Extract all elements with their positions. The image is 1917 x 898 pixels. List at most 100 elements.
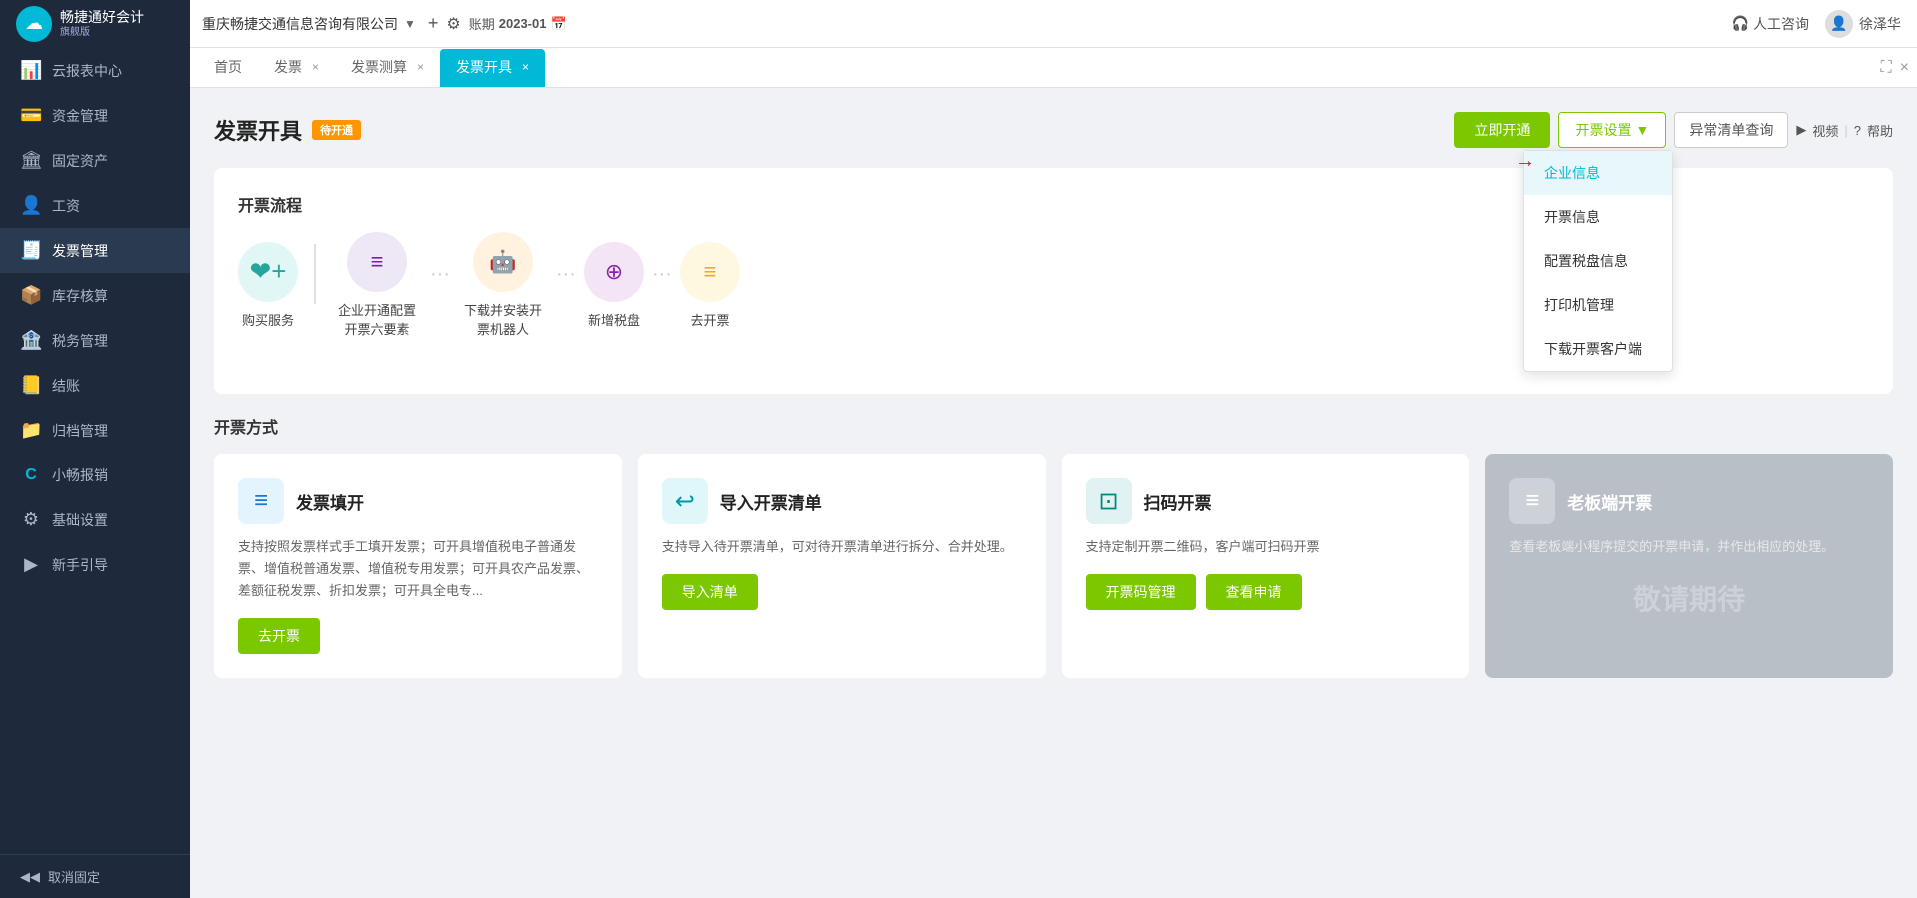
sidebar-label-tax: 税务管理 [52, 331, 108, 351]
method-import-header: ↩ 导入开票清单 [662, 478, 1022, 524]
video-label: 视频 [1812, 121, 1838, 140]
sidebar-item-close[interactable]: 📒 结账 [0, 363, 190, 408]
consult-area[interactable]: 🎧 人工咨询 [1732, 14, 1809, 34]
logo-text: 畅捷通好会计 旗舰版 [60, 8, 144, 39]
flow-step-2: ≡ 企业开通配置开票六要素 [332, 232, 422, 338]
play-icon: ▶ [1796, 122, 1806, 138]
scan-view-apply-button[interactable]: 查看申请 [1206, 574, 1302, 610]
flow-step-1: ❤+ 购买服务 [238, 242, 298, 329]
method-fill-icon: ≡ [238, 478, 284, 524]
sidebar-item-guide[interactable]: ▶ 新手引导 [0, 542, 190, 587]
dropdown-item-invoice-info[interactable]: 开票信息 [1524, 195, 1672, 239]
activate-button[interactable]: 立即开通 [1454, 112, 1550, 148]
scan-code-manage-button[interactable]: 开票码管理 [1086, 574, 1196, 610]
flow-step-4: ⊕ 新增税盘 [584, 242, 644, 329]
tab-invoice-issue-close[interactable]: × [522, 60, 529, 74]
cancel-fixed-icon: ◀◀ [20, 869, 40, 885]
method-fill-actions: 去开票 [238, 618, 598, 654]
methods-section: 开票方式 ≡ 发票填开 支持按照发票样式手工填开发票；可开具增值税电子普通发票、… [214, 414, 1893, 678]
flow-step-5: ≡ 去开票 [680, 242, 740, 329]
page-title: 发票开具 待开通 [214, 114, 361, 146]
flow-step-icon-5: ≡ [680, 242, 740, 302]
sidebar-bottom: ◀◀ 取消固定 [0, 854, 190, 898]
dropdown-item-download-client[interactable]: 下载开票客户端 [1524, 327, 1672, 371]
company-name: 重庆畅捷交通信息咨询有限公司 [202, 14, 398, 34]
settings-chevron-icon: ▼ [1635, 122, 1649, 138]
sidebar-label-invoice: 发票管理 [52, 241, 108, 261]
close-icon: 📒 [20, 375, 42, 396]
sidebar-item-settings[interactable]: ⚙ 基础设置 [0, 497, 190, 542]
method-import-actions: 导入清单 [662, 574, 1022, 610]
user-area[interactable]: 👤 徐泽华 [1825, 10, 1901, 38]
method-card-fill: ≡ 发票填开 支持按照发票样式手工填开发票；可开具增值税电子普通发票、增值税普通… [214, 454, 622, 678]
settings-icon[interactable]: ⚙ [446, 14, 460, 34]
avatar: 👤 [1825, 10, 1853, 38]
sidebar-label-settings: 基础设置 [52, 510, 108, 530]
sidebar-item-invoice[interactable]: 🧾 发票管理 [0, 228, 190, 273]
tab-invoice[interactable]: 发票 × [258, 49, 335, 87]
tab-invoice-issue[interactable]: 发票开具 × [440, 49, 545, 87]
help-divider: | [1844, 123, 1847, 138]
dropdown-item-tax-config[interactable]: 配置税盘信息 [1524, 239, 1672, 283]
logo-area: ☁ 畅捷通好会计 旗舰版 [0, 0, 190, 48]
sidebar-item-salary[interactable]: 👤 工资 [0, 183, 190, 228]
calendar-icon[interactable]: 📅 [550, 16, 566, 32]
user-name: 徐泽华 [1859, 14, 1901, 34]
logo-name: 畅捷通好会计 [60, 8, 144, 26]
method-import-desc: 支持导入待开票清单，可对待开票清单进行拆分、合并处理。 [662, 536, 1022, 558]
header-actions: 立即开通 开票设置 ▼ 异常清单查询 ▶ 视频 | ? 帮助 [1454, 112, 1893, 148]
flow-step-label-2: 企业开通配置开票六要素 [332, 300, 422, 338]
tab-invoice-calc-close[interactable]: × [417, 60, 424, 74]
sidebar-item-archive[interactable]: 📁 归档管理 [0, 408, 190, 453]
sidebar-label-archive: 归档管理 [52, 421, 108, 441]
help-label: 帮助 [1867, 121, 1893, 140]
add-icon[interactable]: + [428, 13, 439, 34]
flow-step-icon-1: ❤+ [238, 242, 298, 302]
dropdown-item-printer[interactable]: 打印机管理 [1524, 283, 1672, 327]
stock-icon: 📦 [20, 285, 42, 306]
logo-icon: ☁ [16, 6, 52, 42]
import-list-button[interactable]: 导入清单 [662, 574, 758, 610]
dropdown-menu: 企业信息 开票信息 配置税盘信息 打印机管理 下载开票客户端 [1523, 150, 1673, 372]
settings-button[interactable]: 开票设置 ▼ [1558, 112, 1666, 148]
fill-go-button[interactable]: 去开票 [238, 618, 320, 654]
methods-section-title: 开票方式 [214, 414, 1893, 438]
sidebar-item-assets[interactable]: 🏛 固定资产 [0, 138, 190, 183]
tab-maximize-icon[interactable]: ⛶ [1880, 59, 1891, 77]
invoice-icon: 🧾 [20, 240, 42, 261]
page-title-text: 发票开具 [214, 114, 302, 146]
chevron-down-icon: ▼ [404, 17, 416, 31]
question-icon: ? [1854, 123, 1861, 138]
sidebar-label-assets: 固定资产 [52, 151, 108, 171]
sidebar-item-stock[interactable]: 📦 库存核算 [0, 273, 190, 318]
salary-icon: 👤 [20, 195, 42, 216]
method-card-scan: ⊡ 扫码开票 支持定制开票二维码，客户端可扫码开票 开票码管理 查看申请 [1062, 454, 1470, 678]
cloud-report-icon: 📊 [20, 60, 42, 81]
flow-divider-1 [314, 244, 316, 304]
exception-button[interactable]: 异常清单查询 [1674, 112, 1788, 148]
consult-label: 人工咨询 [1753, 14, 1809, 34]
help-area[interactable]: ▶ 视频 | ? 帮助 [1796, 121, 1893, 140]
page-header: 发票开具 待开通 立即开通 开票设置 ▼ 异常清单查询 ▶ 视频 [214, 112, 1893, 148]
assets-icon: 🏛 [20, 150, 42, 171]
sidebar-label-close: 结账 [52, 376, 80, 396]
method-import-icon: ↩ [662, 478, 708, 524]
sidebar-item-funds[interactable]: 💳 资金管理 [0, 93, 190, 138]
boss-overlay-text: 敬请期待 [1509, 578, 1869, 618]
flow-arrow-3: ··· [644, 263, 680, 286]
company-selector[interactable]: 重庆畅捷交通信息咨询有限公司 ▼ [202, 14, 416, 34]
method-boss-desc: 查看老板端小程序提交的开票申请，并作出相应的处理。 [1509, 536, 1869, 558]
cancel-fixed-button[interactable]: ◀◀ 取消固定 [0, 855, 190, 898]
method-fill-header: ≡ 发票填开 [238, 478, 598, 524]
flow-step-icon-3: 🤖 [473, 232, 533, 292]
sidebar-item-tax[interactable]: 🏦 税务管理 [0, 318, 190, 363]
tab-close-icon[interactable]: × [1900, 59, 1909, 77]
tab-invoice-calc[interactable]: 发票测算 × [335, 49, 440, 87]
method-card-boss: ≡ 老板端开票 查看老板端小程序提交的开票申请，并作出相应的处理。 敬请期待 [1485, 454, 1893, 678]
sidebar: 📊 云报表中心 💳 资金管理 🏛 固定资产 👤 工资 🧾 发票管理 [0, 48, 190, 898]
tab-home[interactable]: 首页 [198, 49, 258, 87]
dropdown-item-company-info[interactable]: 企业信息 [1524, 151, 1672, 195]
sidebar-item-cloud-report[interactable]: 📊 云报表中心 [0, 48, 190, 93]
sidebar-item-xiaochang[interactable]: C 小畅报销 [0, 453, 190, 497]
tab-invoice-close[interactable]: × [312, 60, 319, 74]
